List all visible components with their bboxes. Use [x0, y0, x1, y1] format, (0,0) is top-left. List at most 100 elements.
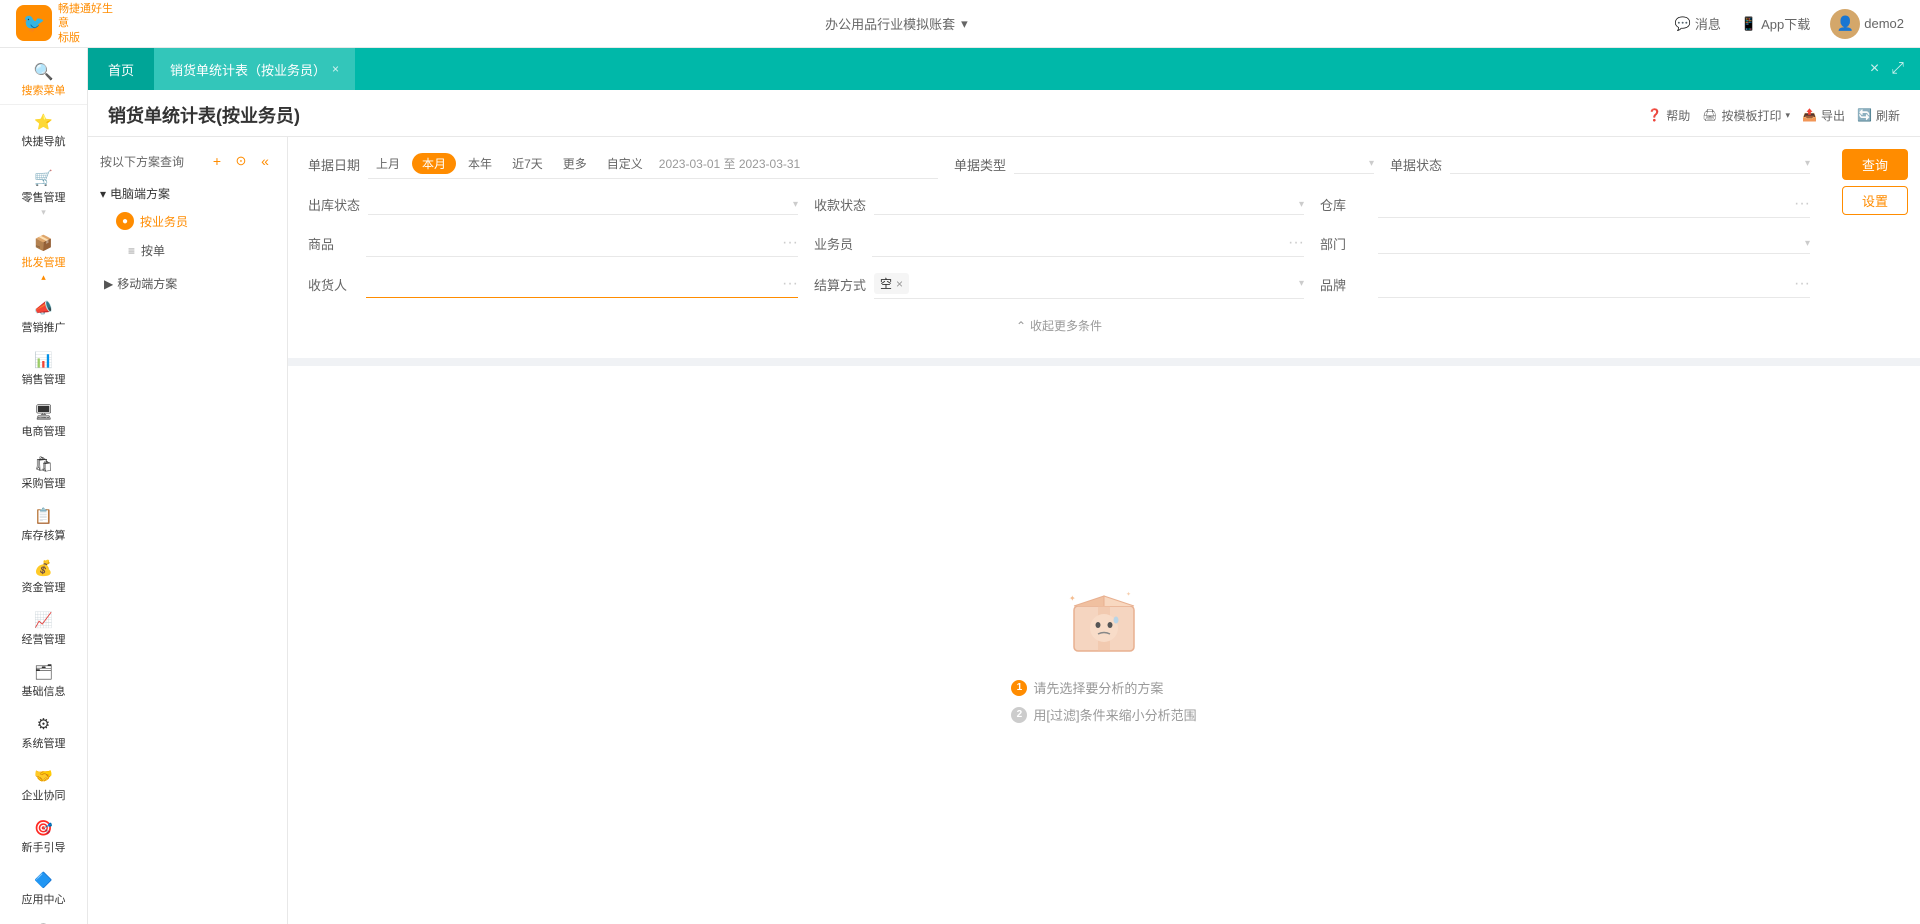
app-download-button[interactable]: 📱 App下载 [1741, 14, 1810, 33]
sidebar-item-operation[interactable]: 📈 经营管理 [0, 603, 87, 655]
sidebar-item-purchase[interactable]: 🛍 采购管理 [0, 447, 87, 499]
out-status-arrow: ▾ [793, 199, 798, 210]
brand-more-icon[interactable]: ··· [1794, 275, 1810, 293]
by-order-icon: ≡ [128, 244, 135, 258]
scheme-add-button[interactable]: + [207, 151, 227, 171]
date-btn-this-year[interactable]: 本年 [460, 153, 500, 174]
dept-control[interactable]: ▾ [1378, 234, 1810, 254]
sidebar-item-retail[interactable]: 🛒 零售管理 ▾ [0, 161, 87, 226]
sidebar-item-ecom[interactable]: 🖥 电商管理 [0, 395, 87, 447]
sidebar-item-collab[interactable]: 🤝 企业协同 [0, 759, 87, 811]
empty-line-2: 2 用[过滤]条件来缩小分析范围 [1011, 705, 1196, 724]
tab-maximize-button[interactable]: ⤢ [1891, 60, 1904, 78]
scheme-panel: 按以下方案查询 + ⊙ « ▾ 电脑端方案 ● 按业务员 [88, 137, 288, 924]
filter-item-salesperson: 业务员 ··· [814, 230, 1304, 257]
export-button[interactable]: 📤 导出 [1802, 107, 1845, 124]
mobile-section-label: 移动端方案 [117, 275, 177, 292]
doc-type-arrow: ▾ [1369, 158, 1374, 169]
user-area[interactable]: 👤 demo2 [1830, 9, 1904, 39]
sidebar-item-app-center[interactable]: 🔷 应用中心 [0, 863, 87, 915]
scheme-header: 按以下方案查询 + ⊙ « [88, 145, 287, 177]
goods-more-icon[interactable]: ··· [782, 234, 798, 252]
date-btn-this-month[interactable]: 本月 [412, 153, 456, 174]
sidebar-item-basic-info[interactable]: 🗂 基础信息 [0, 655, 87, 707]
receiver-more-icon[interactable]: ··· [782, 275, 798, 293]
help-button[interactable]: ❓ 帮助 [1647, 107, 1690, 124]
payment-control[interactable]: 空 × ▾ [874, 269, 1304, 299]
filter-item-doc-status: 单据状态 ▾ [1390, 154, 1810, 174]
date-label: 单据日期 [308, 155, 360, 174]
collect-status-control[interactable]: ▾ [874, 195, 1304, 215]
filter-row-3: 商品 ··· 业务员 [308, 230, 1810, 257]
warehouse-control[interactable]: ··· [1378, 191, 1810, 218]
scheme-item-by-order[interactable]: ≡ 按单 [88, 236, 287, 265]
print-button[interactable]: 🖨 按模板打印 ▾ [1702, 107, 1790, 124]
topbar-middle[interactable]: 办公用品行业模拟账套 ▾ [825, 14, 968, 33]
sidebar-item-quick-nav[interactable]: ⭐ 快捷导航 [0, 105, 87, 157]
filter-and-result: 单据日期 上月 本月 本年 近7天 更多 自定义 2023-03-01 至 20… [288, 137, 1920, 924]
setting-button[interactable]: 设置 [1842, 186, 1908, 215]
sidebar-guide-label: 新手引导 [22, 839, 66, 855]
collab-icon: 🤝 [34, 767, 53, 785]
star-icon: ⭐ [34, 113, 53, 131]
sidebar-item-marketing[interactable]: 📣 营销推广 [0, 291, 87, 343]
salesperson-label: 业务员 [814, 234, 864, 253]
sidebar-item-sales[interactable]: 📊 销售管理 [0, 343, 87, 395]
sidebar-purchase-label: 采购管理 [22, 475, 66, 491]
tab-home-label: 首页 [108, 60, 134, 79]
sidebar-search-label: 搜索菜单 [8, 82, 79, 98]
app-dropdown-arrow[interactable]: ▾ [961, 16, 968, 32]
collapse-row: ⌃ 收起更多条件 [308, 311, 1810, 346]
brand-control[interactable]: ··· [1378, 271, 1810, 298]
date-btn-last-month[interactable]: 上月 [368, 153, 408, 174]
collect-status-label: 收款状态 [814, 195, 866, 214]
chevron-down-icon: ▾ [100, 187, 106, 201]
sales-icon: 📊 [34, 351, 53, 369]
doc-status-control[interactable]: ▾ [1450, 154, 1810, 174]
tab-close-button[interactable]: × [332, 62, 339, 76]
out-status-control[interactable]: ▾ [368, 195, 798, 215]
filter-item-payment: 结算方式 空 × ▾ [814, 269, 1304, 299]
date-btn-7days[interactable]: 近7天 [504, 153, 551, 174]
sidebar-item-guide[interactable]: 🎯 新手引导 [0, 811, 87, 863]
sidebar-item-system[interactable]: ⚙ 系统管理 [0, 707, 87, 759]
page-content: 销货单统计表(按业务员) ❓ 帮助 🖨 按模板打印 ▾ 📤 导出 [88, 90, 1920, 924]
sidebar-retail-label: 零售管理 [22, 189, 66, 205]
salesperson-more-icon[interactable]: ··· [1288, 234, 1304, 252]
sidebar-item-wholesale[interactable]: 📦 批发管理 ▴ [0, 226, 87, 291]
sidebar-item-enterprise-wechat[interactable]: 💬 企业微信 [0, 915, 87, 924]
message-button[interactable]: 💬 消息 [1675, 14, 1721, 33]
date-btn-custom[interactable]: 自定义 [599, 153, 651, 174]
receiver-control[interactable]: ··· [366, 271, 798, 298]
print-dropdown-icon: ▾ [1786, 110, 1791, 121]
collapse-label: 收起更多条件 [1030, 317, 1102, 334]
tab-active[interactable]: 销货单统计表（按业务员） × [154, 48, 355, 90]
mobile-scheme-section[interactable]: ▶ 移动端方案 [88, 269, 287, 298]
refresh-icon: 🔄 [1857, 108, 1872, 122]
doc-type-control[interactable]: ▾ [1014, 154, 1374, 174]
app-center-icon: 🔷 [34, 871, 53, 889]
scheme-item-by-salesperson[interactable]: ● 按业务员 [88, 206, 287, 236]
date-btn-more[interactable]: 更多 [555, 153, 595, 174]
tab-home[interactable]: 首页 [88, 48, 154, 90]
sidebar-item-inventory[interactable]: 📋 库存核算 [0, 499, 87, 551]
scheme-settings-button[interactable]: ⊙ [231, 151, 251, 171]
query-button[interactable]: 查询 [1842, 149, 1908, 180]
salesperson-control[interactable]: ··· [872, 230, 1304, 257]
refresh-button[interactable]: 🔄 刷新 [1857, 107, 1900, 124]
sidebar-search[interactable]: 🔍 搜索菜单 [0, 56, 87, 105]
payment-tag-clear[interactable]: × [896, 277, 903, 291]
goods-control[interactable]: ··· [366, 230, 798, 257]
sidebar: 🔍 搜索菜单 ⭐ 快捷导航 🛒 零售管理 ▾ 📦 批发管理 ▴ 📣 营销推广 📊… [0, 48, 88, 924]
tab-close-window-button[interactable]: × [1870, 60, 1879, 78]
date-range-text: 2023-03-01 至 2023-03-31 [659, 155, 800, 172]
purchase-icon: 🛍 [34, 455, 53, 473]
scheme-collapse-button[interactable]: « [255, 151, 275, 171]
warehouse-more-icon[interactable]: ··· [1794, 195, 1810, 213]
sidebar-item-finance[interactable]: 💰 资金管理 [0, 551, 87, 603]
empty-state: ✦ ✦ 1 请先选择要分析的方案 2 用[过滤]条件来缩小分析 [288, 526, 1920, 764]
avatar: 👤 [1830, 9, 1860, 39]
pc-section-header[interactable]: ▾ 电脑端方案 [88, 181, 287, 206]
doc-status-arrow: ▾ [1805, 158, 1810, 169]
collapse-button[interactable]: ⌃ 收起更多条件 [1016, 317, 1102, 334]
